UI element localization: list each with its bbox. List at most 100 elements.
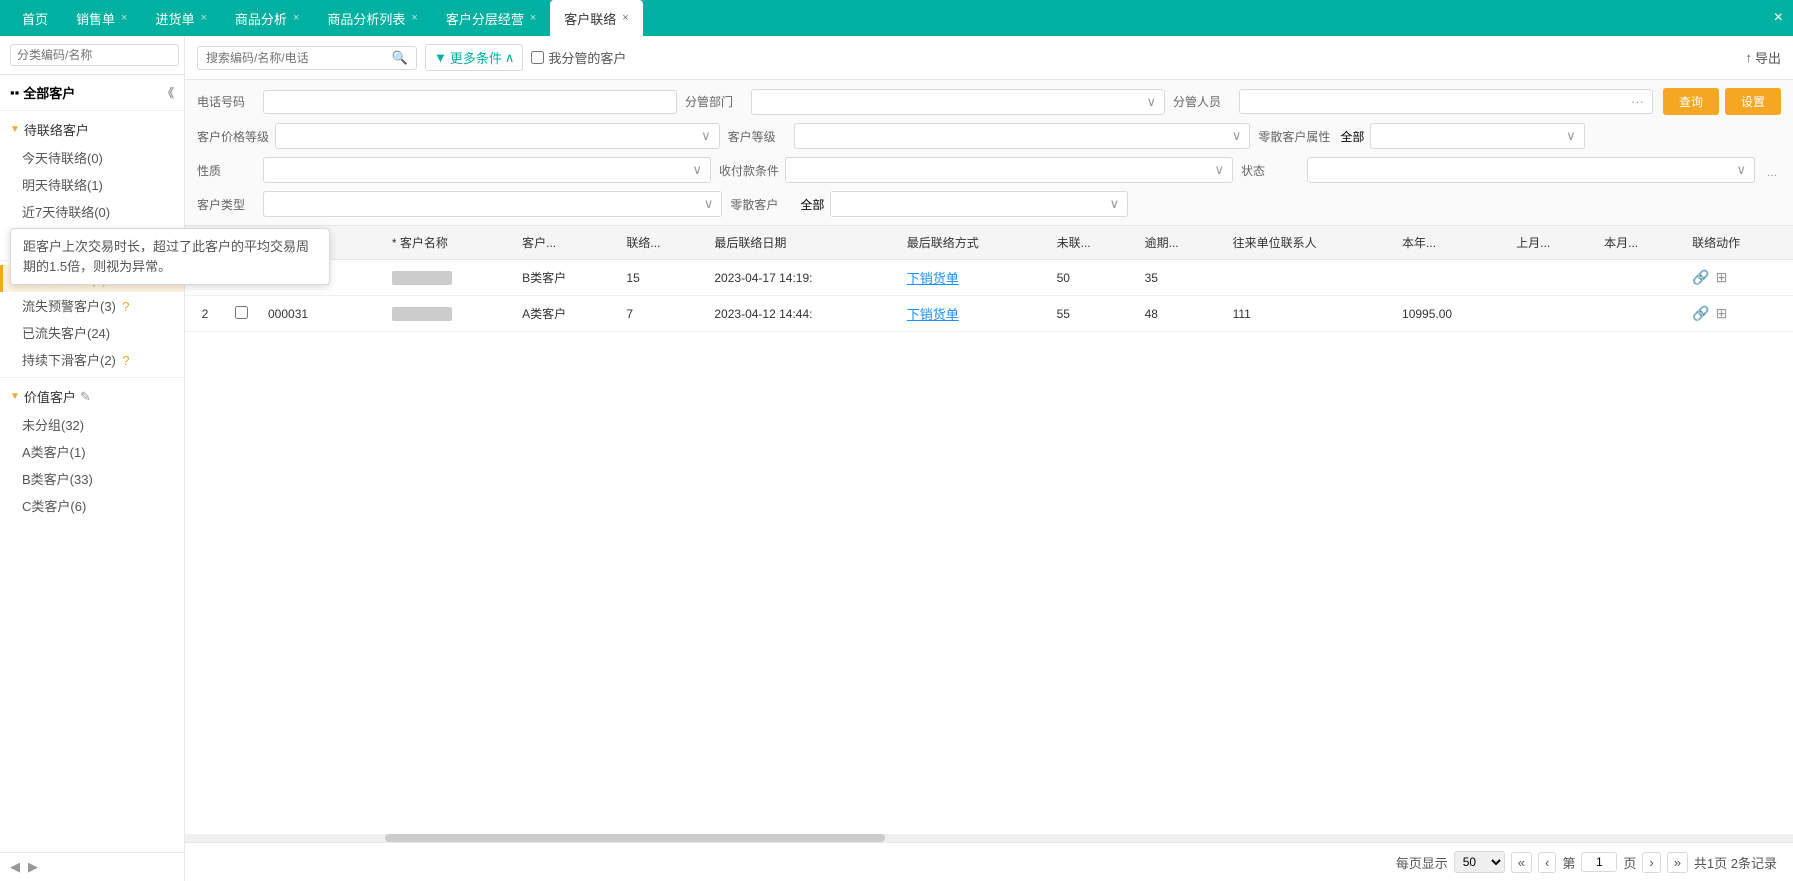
settings-button[interactable]: 设置 [1725,88,1781,115]
customer-table: ⚙ * 客户编码 * 客户名称 客户... 联络... 最后联络日期 最后联络方… [185,226,1793,332]
customer-price-level-select[interactable]: ∨ [275,123,720,149]
retail-customer-attr-select[interactable]: ∨ [1370,123,1584,149]
close-sales-tab[interactable]: × [121,12,127,24]
branch-dept-filter-cell: 分管部门 ∨ [685,89,1165,115]
per-page-select[interactable]: 50 100 200 [1454,851,1505,873]
row-checkbox[interactable] [235,306,248,319]
retail-customer-attr-text: 全部 [1340,128,1364,145]
action-grid-icon[interactable]: ⊞ [1716,305,1728,322]
th-action: 联络动作 [1682,226,1793,260]
row-current-month [1594,296,1682,332]
more-conditions-arrow: ∧ [505,50,515,66]
action-grid-icon[interactable]: ⊞ [1716,269,1728,286]
more-conditions-btn[interactable]: ▼ 更多条件 ∧ [425,44,523,71]
nav-purchase[interactable]: 进货单 × [141,0,220,36]
prev-page-btn[interactable]: ‹ [1538,852,1556,873]
main-search-input[interactable] [206,51,388,65]
sidebar-item-today-pending[interactable]: 今天待联络(0) [0,144,184,171]
row-last-month [1506,260,1594,296]
th-last-contact-date: 最后联络日期 [704,226,896,260]
sidebar-collapse-btn[interactable]: 《 [162,84,174,101]
status-select[interactable]: ∨ [1307,157,1755,183]
scroll-thumb[interactable] [385,834,885,842]
sidebar-bottom-left-arrow[interactable]: ◀ [10,859,20,875]
nav-sales[interactable]: 销售单 × [62,0,141,36]
main-layout: 🔍 ▪▪ 全部客户 《 ▼ 待联络客户 今天待联络(0) 明天待联络(1) [0,36,1793,881]
customer-level-select[interactable]: ∨ [794,123,1251,149]
row-contact-person [1223,260,1392,296]
nav-close-all[interactable]: × [1774,9,1783,27]
close-product-list-tab[interactable]: × [411,12,417,24]
nav-product-analysis-list[interactable]: 商品分析列表 × [313,0,431,36]
sidebar-item-7days-pending[interactable]: 近7天待联络(0) [0,198,184,225]
sidebar-item-lost-predict[interactable]: 流失预警客户(3) ? [0,292,184,319]
value-customer-edit-icon[interactable]: ✎ [80,389,91,405]
nav-home[interactable]: 首页 [8,0,62,36]
close-product-analysis-tab[interactable]: × [293,12,299,24]
nav-product-analysis[interactable]: 商品分析 × [221,0,313,36]
page-suffix-label: 页 [1623,853,1636,872]
payment-select[interactable]: ∨ [785,157,1233,183]
pending-contact-label: 待联络客户 [24,120,89,139]
row-current-year: 10995.00 [1392,296,1506,332]
sidebar-item-declining[interactable]: 持续下滑客户(2) ? [0,346,184,373]
customer-level-cell: 客户等级 ∨ [728,123,1251,149]
th-last-month: 上月... [1506,226,1594,260]
sidebar-item-lost[interactable]: 已流失客户(24) [0,319,184,346]
horizontal-scrollbar[interactable] [185,834,1793,842]
row-check[interactable] [225,296,258,332]
row-last-contact-date: 2023-04-12 14:44: [704,296,896,332]
sidebar-item-ungrouped[interactable]: 未分组(32) [0,411,184,438]
payment-cell: 收付款条件 ∨ [719,157,1233,183]
value-customer-label: 价值客户 [24,387,76,406]
last-page-btn[interactable]: » [1667,852,1688,873]
filter-more-button[interactable]: ... [1763,161,1781,183]
filter-bar: 🔍 ▼ 更多条件 ∧ 我分管的客户 ↑ 导出 [185,36,1793,80]
tooltip-text: 距客户上次交易时长，超过了此客户的平均交易周期的1.5倍，则视为异常。 [23,239,309,274]
nav-customer-contact[interactable]: 客户联络 × [550,0,642,36]
action-link-icon[interactable]: 🔗 [1692,305,1709,322]
export-icon: ↑ [1745,50,1752,65]
sidebar-item-c-class[interactable]: C类客户(6) [0,492,184,519]
pending-contact-group[interactable]: ▼ 待联络客户 [0,115,184,144]
first-page-btn[interactable]: « [1511,852,1532,873]
sidebar-item-tomorrow-pending[interactable]: 明天待联络(1) [0,171,184,198]
export-button[interactable]: ↑ 导出 [1745,48,1781,67]
main-search-icon[interactable]: 🔍 [392,50,408,66]
table-header: ⚙ * 客户编码 * 客户名称 客户... 联络... 最后联络日期 最后联络方… [185,226,1793,260]
branch-person-select[interactable]: ··· [1239,89,1653,114]
row-last-contact-method[interactable]: 下销货单 [897,260,1047,296]
sidebar: 🔍 ▪▪ 全部客户 《 ▼ 待联络客户 今天待联络(0) 明天待联络(1) [0,36,185,881]
row-overdue: 48 [1135,296,1223,332]
close-purchase-tab[interactable]: × [200,12,206,24]
sidebar-content: ▪▪ 全部客户 《 ▼ 待联络客户 今天待联络(0) 明天待联络(1) 近7天待… [0,75,184,852]
action-link-icon[interactable]: 🔗 [1692,269,1709,286]
page-number-input[interactable] [1581,852,1617,872]
value-customer-group[interactable]: ▼ 价值客户 ✎ [0,382,184,411]
sidebar-item-a-class[interactable]: A类客户(1) [0,438,184,465]
phone-input[interactable] [263,90,677,114]
customer-type-select[interactable]: ∨ [263,191,722,217]
row-contact-count: 15 [616,260,704,296]
gender-label: 性质 [197,162,257,179]
sidebar-search-input[interactable] [10,44,179,66]
next-page-btn[interactable]: › [1642,852,1660,873]
th-contact-person: 往来单位联系人 [1223,226,1392,260]
sidebar-bottom-expand[interactable]: ▶ [28,859,38,875]
nav-customer-tier[interactable]: 客户分层经营 × [432,0,550,36]
close-customer-tier-tab[interactable]: × [530,12,536,24]
pagination-bar: 每页显示 50 100 200 « ‹ 第 页 › » 共1页 2条记录 [185,842,1793,881]
tooltip-box: 距客户上次交易时长，超过了此客户的平均交易周期的1.5倍，则视为异常。 [10,228,330,285]
row-last-contact-method[interactable]: 下销货单 [897,296,1047,332]
branch-dept-select[interactable]: ∨ [751,89,1165,115]
gender-select[interactable]: ∨ [263,157,711,183]
row-customer-type: A类客户 [512,296,616,332]
branch-dept-label: 分管部门 [685,93,745,110]
retail-customer-select[interactable]: ∨ [830,191,1128,217]
sidebar-item-b-class[interactable]: B类客户(33) [0,465,184,492]
my-customer-filter[interactable]: 我分管的客户 [531,48,626,67]
query-button[interactable]: 查询 [1663,88,1719,115]
lost-predict-help-icon: ? [122,299,129,314]
close-customer-contact-tab[interactable]: × [622,12,628,24]
my-customer-checkbox[interactable] [531,51,544,64]
